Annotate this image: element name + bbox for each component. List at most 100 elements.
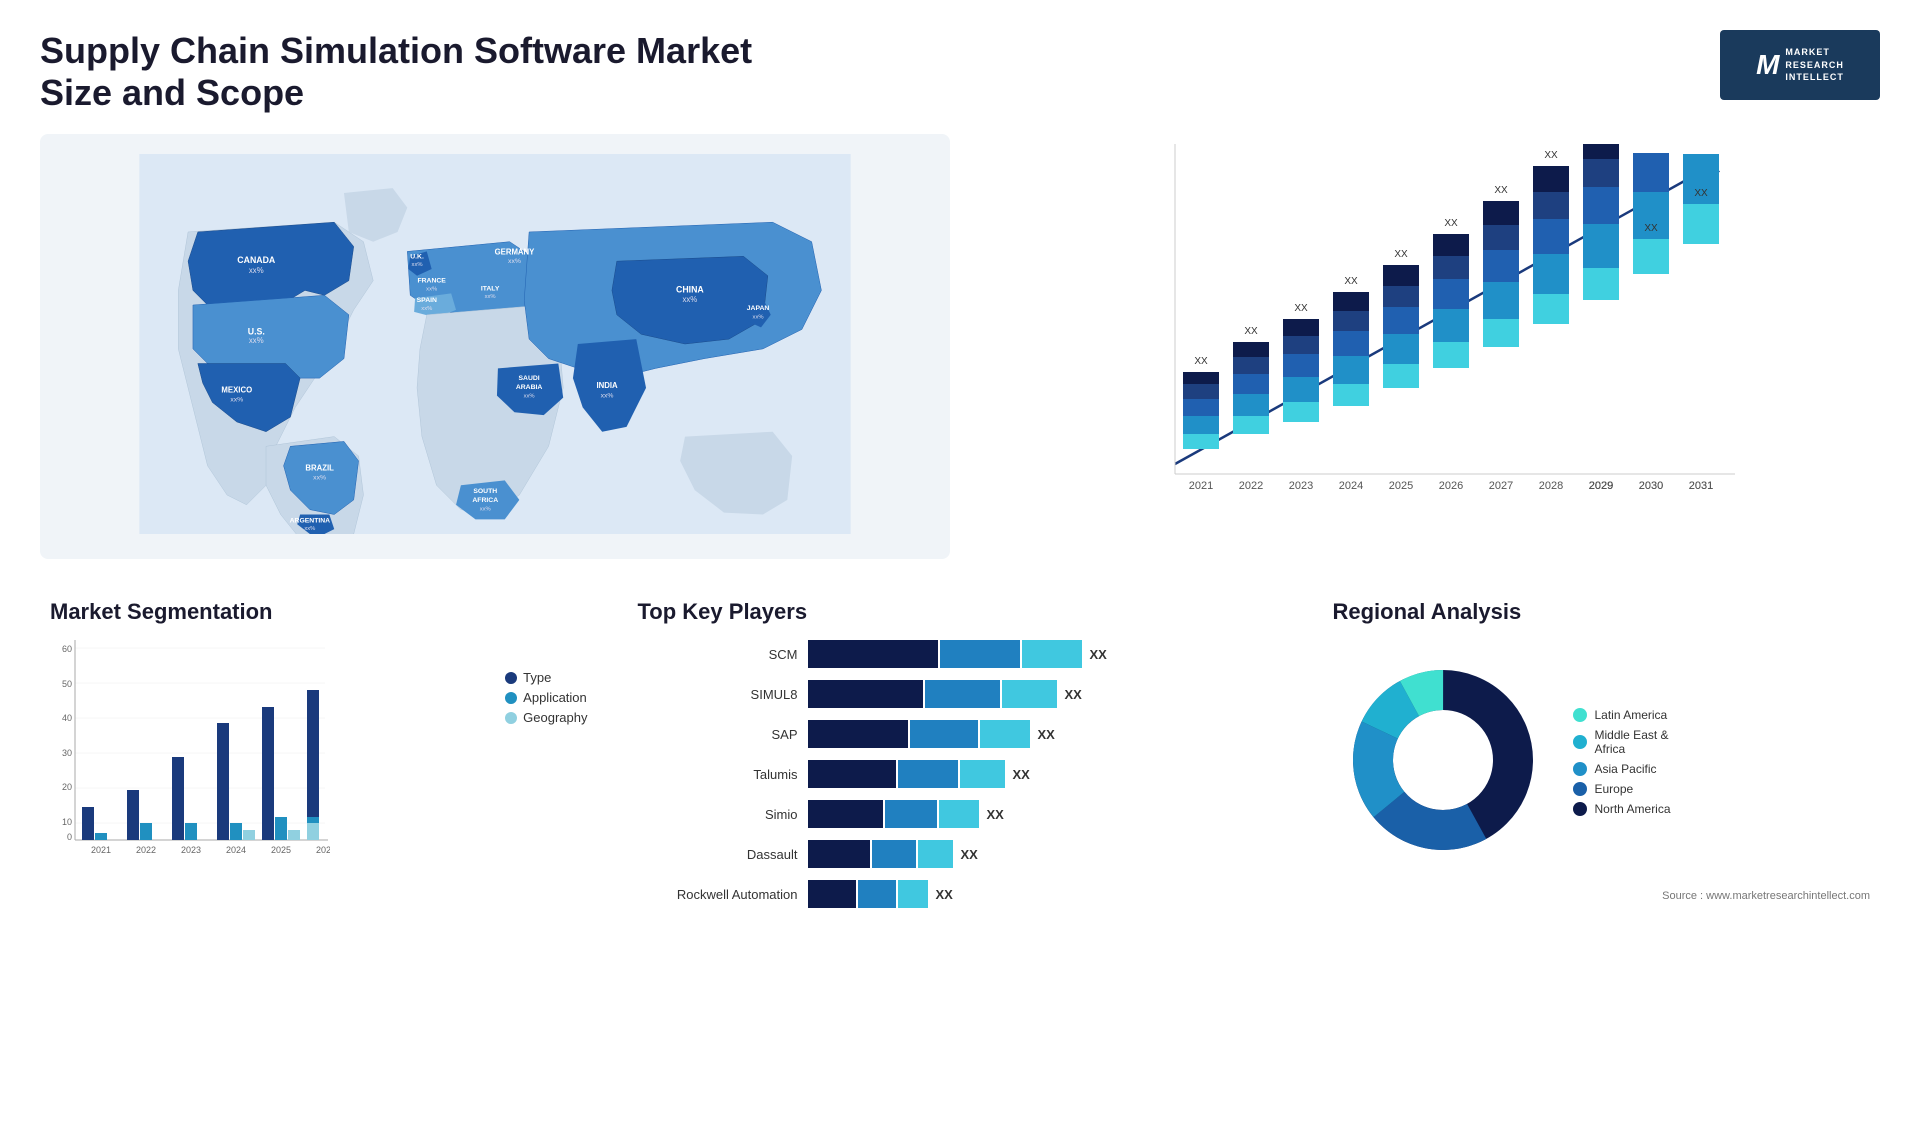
svg-text:ARABIA: ARABIA [516,384,543,391]
svg-text:2030: 2030 [1639,480,1663,492]
map-container: CANADA xx% U.S. xx% MEXICO xx% BRAZIL xx… [40,134,950,559]
svg-text:2026: 2026 [1439,480,1463,492]
svg-text:20: 20 [62,782,72,792]
label-asia-pacific: Asia Pacific [1595,762,1657,776]
label-latin-america: Latin America [1595,708,1668,722]
svg-text:FRANCE: FRANCE [417,278,446,285]
dot-latin-america [1573,708,1587,722]
svg-text:2022: 2022 [136,845,156,855]
player-bar-talumis: XX [808,760,1283,788]
player-xx-dassault: XX [961,847,978,862]
svg-text:xx%: xx% [249,266,264,275]
svg-text:XX: XX [1544,150,1558,161]
source-text: Source : www.marketresearchintellect.com [1333,890,1871,902]
logo-box: M MARKETRESEARCHINTELLECT [1720,30,1880,100]
label-middle-east: Middle East &Africa [1595,728,1669,756]
legend-type-label: Type [523,670,551,685]
player-name-dassault: Dassault [638,847,798,862]
player-row-dassault: Dassault XX [638,840,1283,868]
svg-text:xx%: xx% [412,262,423,268]
svg-text:40: 40 [62,713,72,723]
player-bar-dassault: XX [808,840,1283,868]
svg-text:ITALY: ITALY [481,285,500,292]
player-bar-simul8: XX [808,680,1283,708]
svg-text:XX: XX [1444,218,1458,229]
svg-text:2023: 2023 [181,845,201,855]
svg-text:2026: 2026 [316,845,330,855]
svg-text:2021: 2021 [1189,480,1213,492]
dot-middle-east [1573,735,1587,749]
player-bar-simio: XX [808,800,1283,828]
growth-chart-container: XX 2021 XX 2022 XX 2023 [970,134,1880,559]
svg-text:XX: XX [1344,276,1358,287]
segmentation-chart-svg: 60 50 40 30 20 10 0 [50,640,330,860]
svg-text:JAPAN: JAPAN [747,305,770,312]
label-north-america: North America [1595,802,1671,816]
legend-north-america: North America [1573,802,1671,816]
segmentation-legend: Type Application Geography [505,650,587,730]
svg-text:xx%: xx% [230,396,243,403]
regional-legend: Latin America Middle East &Africa Asia P… [1573,708,1671,822]
svg-text:XX: XX [1644,223,1658,234]
label-europe: Europe [1595,782,1634,796]
page-title: Supply Chain Simulation Software Market … [40,30,790,114]
svg-text:xx%: xx% [485,294,496,300]
svg-text:2025: 2025 [271,845,291,855]
legend-type-dot [505,672,517,684]
svg-text:SOUTH: SOUTH [473,488,497,495]
svg-text:xx%: xx% [524,394,535,400]
legend-type: Type [505,670,587,685]
legend-middle-east: Middle East &Africa [1573,728,1671,756]
legend-geography: Geography [505,710,587,725]
svg-text:xx%: xx% [508,258,521,265]
svg-text:xx%: xx% [480,507,491,513]
svg-text:AFRICA: AFRICA [472,497,498,504]
legend-latin-america: Latin America [1573,708,1671,722]
player-xx-simio: XX [987,807,1004,822]
svg-text:60: 60 [62,644,72,654]
svg-text:50: 50 [62,679,72,689]
legend-asia-pacific: Asia Pacific [1573,762,1671,776]
key-players-title: Top Key Players [638,599,1283,625]
bottom-section: Market Segmentation 60 50 40 30 20 10 0 [40,589,1880,930]
svg-text:BRAZIL: BRAZIL [305,464,334,473]
segmentation-title: Market Segmentation [50,599,588,625]
svg-text:U.S.: U.S. [248,326,265,336]
regional-title: Regional Analysis [1333,599,1871,625]
segmentation-container: Market Segmentation 60 50 40 30 20 10 0 [40,589,598,930]
svg-text:xx%: xx% [753,315,764,321]
svg-text:0: 0 [67,832,72,842]
svg-text:2021: 2021 [91,845,111,855]
svg-text:xx%: xx% [304,526,315,532]
regional-container: Regional Analysis [1323,589,1881,930]
svg-text:XX: XX [1494,185,1508,196]
svg-text:ARGENTINA: ARGENTINA [290,517,331,524]
bar-chart-svg: XX 2021 XX 2022 XX 2023 [990,144,1860,524]
player-name-scm: SCM [638,647,798,662]
player-name-sap: SAP [638,727,798,742]
svg-text:30: 30 [62,748,72,758]
svg-text:2028: 2028 [1539,480,1563,492]
svg-text:INDIA: INDIA [596,381,618,390]
svg-text:XX: XX [1294,303,1308,314]
player-name-simio: Simio [638,807,798,822]
legend-geo-label: Geography [523,710,587,725]
player-name-rockwell: Rockwell Automation [638,887,798,902]
player-bar-sap: XX [808,720,1283,748]
logo-area: M MARKETRESEARCHINTELLECT [1720,30,1880,100]
legend-app-dot [505,692,517,704]
player-row-sap: SAP XX [638,720,1283,748]
svg-text:xx%: xx% [683,295,698,304]
svg-text:2027: 2027 [1489,480,1513,492]
player-xx-simul8: XX [1065,687,1082,702]
svg-text:XX: XX [1394,249,1408,260]
players-chart: SCM XX SIMUL8 [638,640,1283,908]
svg-text:2024: 2024 [1339,480,1363,492]
dot-north-america [1573,802,1587,816]
player-row-simul8: SIMUL8 XX [638,680,1283,708]
svg-text:xx%: xx% [421,306,432,312]
svg-text:10: 10 [62,817,72,827]
svg-text:2024: 2024 [226,845,246,855]
top-section: CANADA xx% U.S. xx% MEXICO xx% BRAZIL xx… [40,134,1880,559]
svg-text:SPAIN: SPAIN [417,297,437,304]
